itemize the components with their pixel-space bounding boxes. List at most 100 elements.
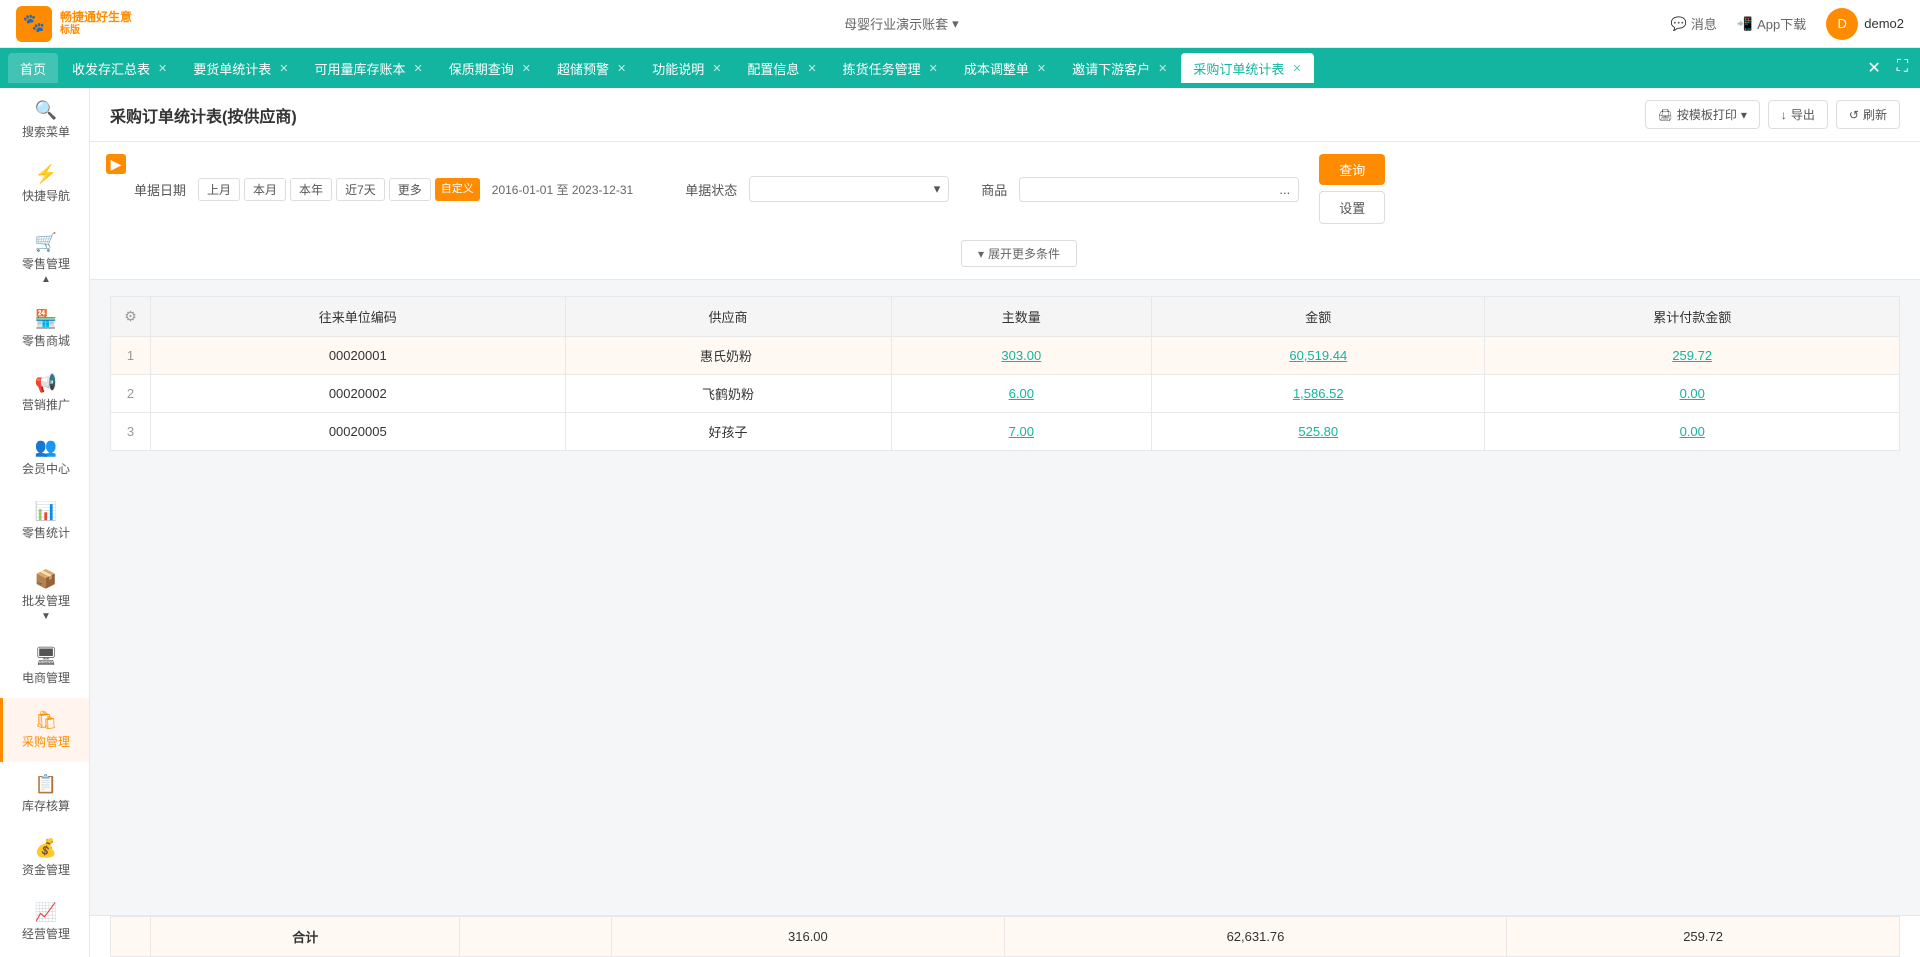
row-amount[interactable]: 1,586.52 [1152,375,1485,413]
goods-input[interactable]: ... [1019,177,1299,202]
tab-order-stats[interactable]: 要货单统计表 ✕ [181,53,300,83]
tab-home[interactable]: 首页 [8,53,58,83]
sidebar-item-operations[interactable]: 📈 经营管理 [0,890,89,954]
footer-paid: 259.72 [1507,917,1900,957]
tab-shelf-life[interactable]: 保质期查询 ✕ [437,53,543,83]
tab-function-guide[interactable]: 功能说明 ✕ [640,53,733,83]
top-right: 💬 消息 📲 App下载 D demo2 [1671,8,1904,40]
user-area: D demo2 [1826,8,1904,40]
sidebar-item-purchase[interactable]: 🛍 采购管理 [0,698,89,762]
print-icon: 🖨 [1658,108,1673,122]
app-download-btn[interactable]: 📲 App下载 [1737,14,1806,33]
expand-conditions-btn[interactable]: ▾ 展开更多条件 [961,240,1077,267]
sidebar-item-ecommerce[interactable]: 🖥 电商管理 [0,634,89,698]
close-icon[interactable]: ✕ [1292,62,1301,75]
close-icon[interactable]: ✕ [1037,62,1046,75]
tab-overstock-warning[interactable]: 超储预警 ✕ [545,53,638,83]
workspace-selector[interactable]: 母婴行业演示账套 ▾ [836,10,967,37]
query-btns: 查询 设置 [1319,154,1385,224]
collapse-btn[interactable]: ▶ [106,154,126,174]
custom-date-tag[interactable]: 自定义 [435,178,480,201]
print-dropdown-icon: ▾ [1741,108,1747,122]
sidebar: 🔍 搜索菜单 ⚡ 快捷导航 🛒 零售管理 ▲ 🏪 零售商城 📢 营销推广 👥 会… [0,88,90,957]
top-bar: 🐾 畅捷通好生意 标版 母婴行业演示账套 ▾ 💬 消息 📲 App下载 D de… [0,0,1920,48]
export-button[interactable]: ↓ 导出 [1768,100,1828,129]
refresh-button[interactable]: ↺ 刷新 [1836,100,1900,129]
sidebar-item-member[interactable]: 👥 会员中心 [0,425,89,489]
page-header-actions: 🖨 按模板打印 ▾ ↓ 导出 ↺ 刷新 [1645,100,1900,141]
data-table: ⚙ 往来单位编码 供应商 主数量 金额 累计付款金额 1 00020001 [110,296,1900,451]
tab-available-inventory[interactable]: 可用量库存账本 ✕ [302,53,434,83]
close-icon[interactable]: ✕ [522,62,531,75]
close-icon[interactable]: ✕ [617,62,626,75]
shortcut-this-month[interactable]: 本月 [244,178,286,201]
shortcut-7days[interactable]: 近7天 [336,178,385,201]
row-num: 2 [111,375,151,413]
sidebar-item-inventory[interactable]: 📋 库存核算 [0,762,89,826]
app-download-icon: 📲 [1737,16,1753,32]
expand-icon: ▲ [41,274,51,285]
retail-icon: 🛒 [35,232,57,253]
print-button[interactable]: 🖨 按模板打印 ▾ [1645,100,1760,129]
sidebar-item-marketing[interactable]: 📢 营销推广 [0,361,89,425]
close-icon[interactable]: ✕ [712,62,721,75]
tab-purchase-stats[interactable]: 采购订单统计表 ✕ [1181,53,1313,83]
row-qty[interactable]: 6.00 [891,375,1152,413]
message-btn[interactable]: 💬 消息 [1671,14,1717,33]
row-supplier: 好孩子 [565,413,891,451]
sidebar-item-finance[interactable]: 💰 资金管理 [0,826,89,890]
close-icon[interactable]: ✕ [414,62,423,75]
col-code: 往来单位编码 [151,297,566,337]
table-settings-icon[interactable]: ⚙ [124,308,137,324]
table-row: 1 00020001 惠氏奶粉 303.00 60,519.44 259.72 [111,337,1900,375]
sidebar-item-quick-nav[interactable]: ⚡ 快捷导航 [0,152,89,216]
col-paid: 累计付款金额 [1485,297,1900,337]
footer-label: 合计 [151,917,460,957]
row-num: 3 [111,413,151,451]
row-paid[interactable]: 0.00 [1485,413,1900,451]
col-qty: 主数量 [891,297,1152,337]
shortcut-last-month[interactable]: 上月 [198,178,240,201]
marketing-icon: 📢 [35,373,57,394]
sidebar-item-retail-stats[interactable]: 📊 零售统计 [0,489,89,553]
tab-cost-adjust[interactable]: 成本调整单 ✕ [952,53,1058,83]
close-window-icon[interactable]: ✕ [1863,54,1884,82]
sidebar-item-retail[interactable]: 🛒 零售管理 ▲ [0,220,89,297]
settings-button[interactable]: 设置 [1319,191,1385,224]
maximize-icon[interactable]: ⛶ [1893,54,1912,82]
expand-row: ▾ 展开更多条件 [134,232,1904,267]
close-icon[interactable]: ✕ [1158,62,1167,75]
row-paid[interactable]: 259.72 [1485,337,1900,375]
sidebar-item-search[interactable]: 🔍 搜索菜单 [0,88,89,152]
tab-config[interactable]: 配置信息 ✕ [735,53,828,83]
table-footer: 合计 316.00 62,631.76 259.72 [90,915,1920,957]
operations-icon: 📈 [35,902,57,923]
sidebar-item-wholesale[interactable]: 📦 批发管理 ▼ [0,557,89,634]
close-icon[interactable]: ✕ [807,62,816,75]
col-settings: ⚙ [111,297,151,337]
tab-stock-summary[interactable]: 收发存汇总表 ✕ [60,53,179,83]
close-icon[interactable]: ✕ [929,62,938,75]
status-select[interactable]: ▾ [749,176,949,202]
row-amount[interactable]: 525.80 [1152,413,1485,451]
tab-pick-task[interactable]: 拣货任务管理 ✕ [831,53,950,83]
row-qty[interactable]: 7.00 [891,413,1152,451]
col-supplier: 供应商 [565,297,891,337]
close-icon[interactable]: ✕ [158,62,167,75]
table-body: 1 00020001 惠氏奶粉 303.00 60,519.44 259.72 … [111,337,1900,451]
status-dropdown-icon: ▾ [934,181,941,197]
member-icon: 👥 [35,437,57,458]
query-button[interactable]: 查询 [1319,154,1385,185]
shortcut-this-year[interactable]: 本年 [290,178,332,201]
row-amount[interactable]: 60,519.44 [1152,337,1485,375]
row-paid[interactable]: 0.00 [1485,375,1900,413]
row-num: 1 [111,337,151,375]
search-icon: 🔍 [35,100,57,121]
tab-invite-downstream[interactable]: 邀请下游客户 ✕ [1060,53,1179,83]
avatar: D [1826,8,1858,40]
retail-stats-icon: 📊 [35,501,57,522]
row-qty[interactable]: 303.00 [891,337,1152,375]
shortcut-more[interactable]: 更多 [389,178,431,201]
sidebar-item-retail-shop[interactable]: 🏪 零售商城 [0,297,89,361]
close-icon[interactable]: ✕ [279,62,288,75]
